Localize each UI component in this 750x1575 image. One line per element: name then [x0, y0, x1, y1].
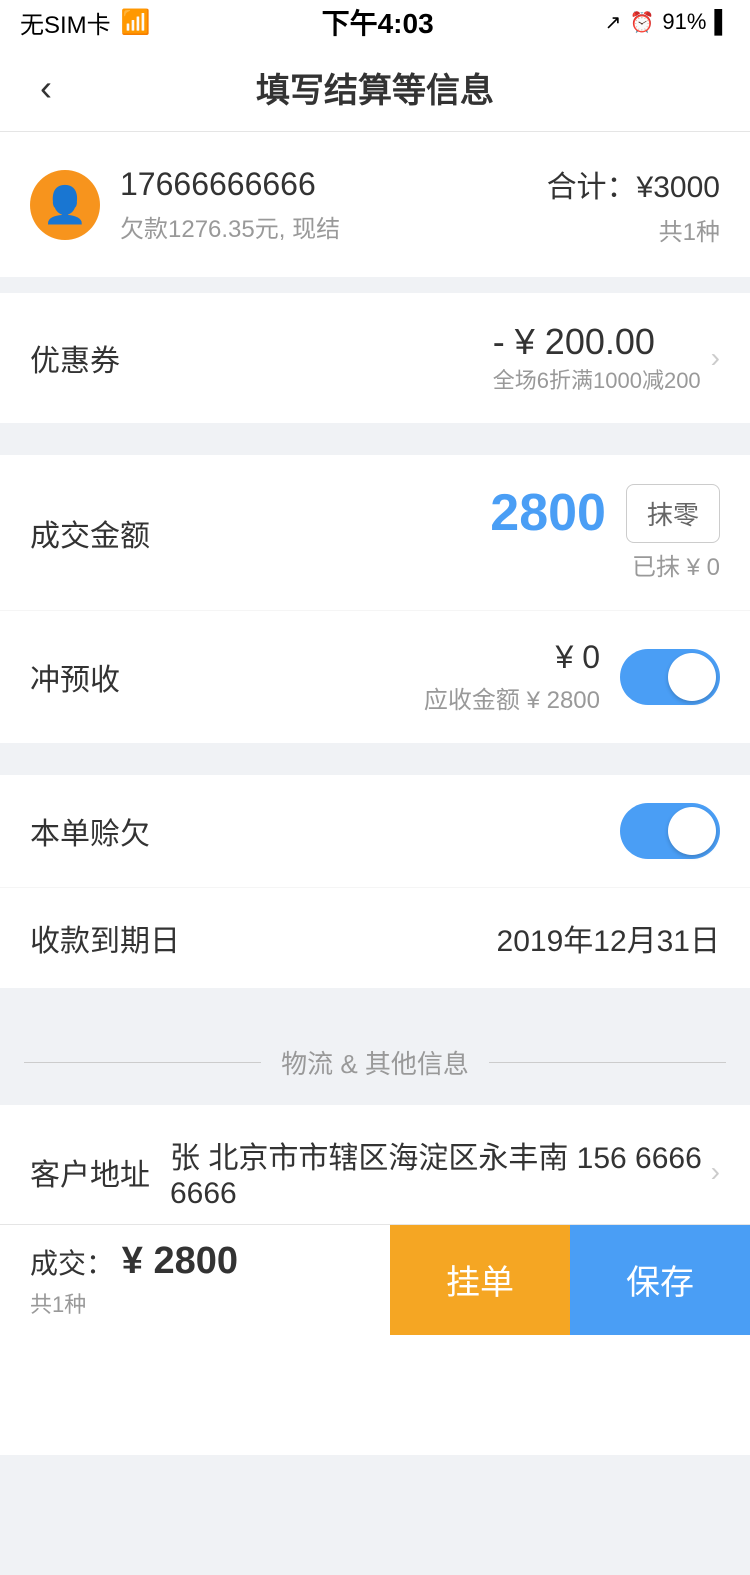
transaction-value: 2800	[490, 483, 606, 543]
section-divider-2	[0, 759, 750, 775]
coupon-desc: 全场6折满1000减200	[493, 363, 701, 395]
bottom-count: 共1种	[30, 1287, 360, 1319]
pending-button[interactable]: 挂单	[390, 1225, 570, 1335]
customer-debt: 欠款1276.35元, 现结	[120, 209, 340, 244]
prepay-toggle[interactable]	[620, 649, 720, 705]
address-chevron-icon: ›	[711, 1156, 720, 1188]
avatar: 👤	[30, 170, 100, 240]
debt-toggle-knob	[668, 807, 716, 855]
logistics-divider: 物流 & 其他信息	[0, 1020, 750, 1105]
debt-row: 本单赊欠	[0, 775, 750, 888]
address-label: 客户地址	[30, 1150, 150, 1194]
due-date-row: 收款到期日 2019年12月31日	[0, 888, 750, 988]
total-count: 共1种	[547, 212, 720, 247]
transaction-label: 成交金额	[30, 511, 150, 555]
section-divider-1	[0, 439, 750, 455]
prepay-sub: 应收金额 ¥ 2800	[424, 680, 600, 715]
coupon-label: 优惠券	[30, 336, 120, 380]
transaction-amount-row: 成交金额 2800 抹零 已抹 ¥ 0	[0, 455, 750, 611]
address-row[interactable]: 客户地址 张 北京市市辖区海淀区永丰南 156 6666 6666 ›	[0, 1105, 750, 1239]
bottom-bar: 成交： ¥ 2800 共1种 挂单 保存	[0, 1224, 750, 1334]
customer-phone: 17666666666	[120, 166, 340, 203]
coupon-discount: - ¥ 200.00	[493, 321, 701, 363]
bottom-summary: 成交： ¥ 2800 共1种	[0, 1240, 390, 1319]
customer-card: 👤 17666666666 欠款1276.35元, 现结 合计：¥3000 共1…	[0, 132, 750, 277]
status-time: 下午4:03	[322, 2, 434, 42]
toggle-knob	[668, 653, 716, 701]
prepay-amount: ¥ 0	[424, 639, 600, 676]
back-button[interactable]: ‹	[30, 57, 62, 119]
debt-label: 本单赊欠	[30, 809, 150, 853]
wifi-icon: 📶	[121, 8, 151, 37]
logistics-label: 物流 & 其他信息	[281, 1044, 469, 1081]
due-date-value: 2019年12月31日	[497, 916, 720, 960]
battery-text: 91%	[662, 9, 706, 35]
transaction-section: 成交金额 2800 抹零 已抹 ¥ 0 冲预收 ¥ 0 应收金额 ¥ 2800	[0, 455, 750, 743]
total-amount: 合计：¥3000	[547, 162, 720, 206]
status-left: 无SIM卡 📶	[20, 5, 151, 40]
due-date-label: 收款到期日	[30, 916, 180, 960]
save-button[interactable]: 保存	[570, 1225, 750, 1335]
debt-toggle[interactable]	[620, 803, 720, 859]
bottom-amount: ¥ 2800	[122, 1240, 238, 1282]
battery-icon: ▌	[714, 9, 730, 35]
alarm-icon: ⏰	[629, 10, 654, 35]
user-icon: 👤	[43, 184, 88, 226]
content-area: 👤 17666666666 欠款1276.35元, 现结 合计：¥3000 共1…	[0, 132, 750, 1575]
round-button[interactable]: 抹零	[626, 484, 720, 543]
location-icon: ↗	[605, 10, 622, 35]
page-title: 填写结算等信息	[256, 63, 494, 112]
nav-bar: ‹ 填写结算等信息	[0, 44, 750, 132]
chevron-right-icon: ›	[711, 342, 720, 374]
coupon-row[interactable]: 优惠券 - ¥ 200.00 全场6折满1000减200 ›	[0, 293, 750, 423]
debt-section: 本单赊欠 收款到期日 2019年12月31日	[0, 775, 750, 988]
prepay-row: 冲预收 ¥ 0 应收金额 ¥ 2800	[0, 611, 750, 743]
carrier-text: 无SIM卡	[20, 5, 111, 40]
bottom-transaction-label: 成交：	[30, 1248, 114, 1279]
address-content: 张 北京市市辖区海淀区永丰南 156 6666 6666	[170, 1133, 711, 1211]
section-divider-3	[0, 1004, 750, 1020]
prepay-label: 冲预收	[30, 655, 120, 699]
status-right: ↗ ⏰ 91% ▌	[605, 9, 730, 35]
status-bar: 无SIM卡 📶 下午4:03 ↗ ⏰ 91% ▌	[0, 0, 750, 44]
amount-sub-text: 已抹 ¥ 0	[632, 547, 720, 582]
